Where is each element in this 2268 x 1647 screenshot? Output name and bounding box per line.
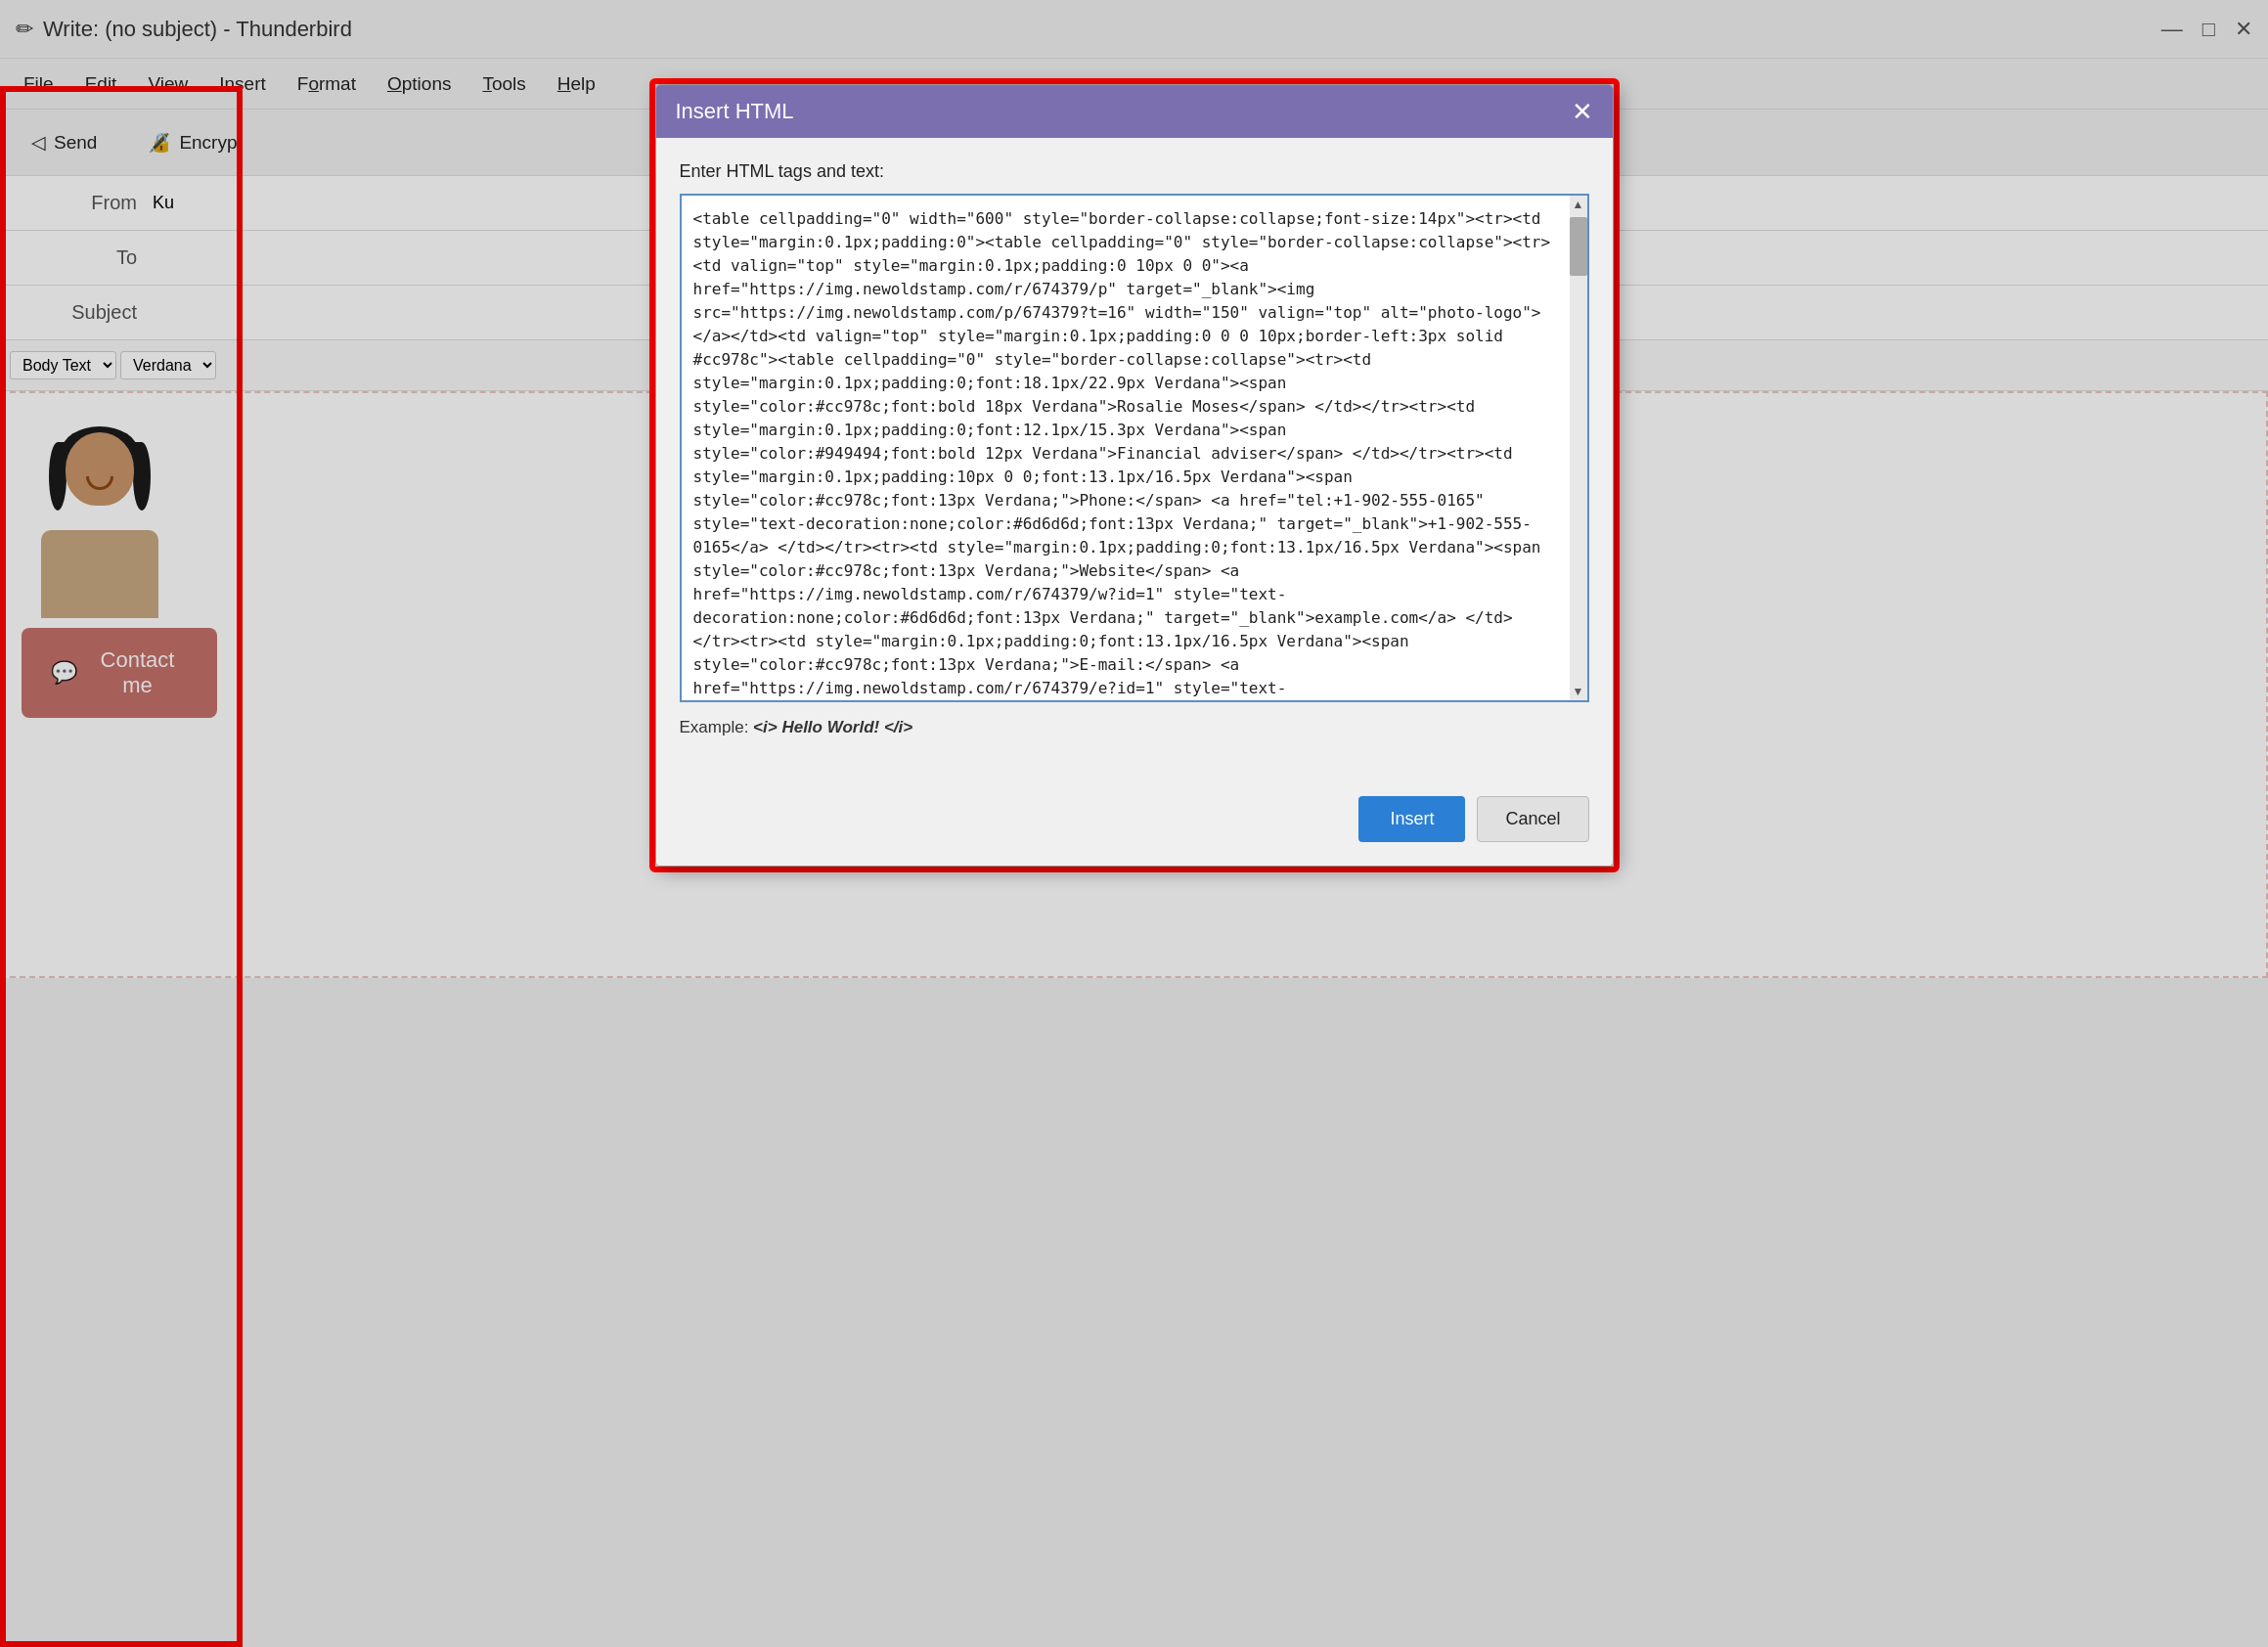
dialog-red-border: Insert HTML ✕ Enter HTML tags and text: … — [649, 78, 1620, 872]
scroll-up[interactable]: ▲ — [1570, 196, 1587, 213]
dialog-close-button[interactable]: ✕ — [1572, 99, 1593, 124]
dialog-footer: Insert Cancel — [656, 780, 1613, 866]
html-input[interactable]: <table cellpadding="0" width="600" style… — [682, 196, 1568, 700]
insert-html-dialog: Insert HTML ✕ Enter HTML tags and text: … — [655, 84, 1614, 867]
modal-overlay: Insert HTML ✕ Enter HTML tags and text: … — [0, 0, 2268, 1647]
dialog-label: Enter HTML tags and text: — [680, 161, 1589, 182]
scroll-down[interactable]: ▼ — [1570, 683, 1587, 700]
dialog-titlebar: Insert HTML ✕ — [656, 85, 1613, 138]
example-label: Example: — [680, 718, 749, 736]
example-text: Example: <i> Hello World! </i> — [680, 718, 1589, 737]
example-code: <i> Hello World! </i> — [753, 718, 912, 736]
dialog-body: Enter HTML tags and text: <table cellpad… — [656, 138, 1613, 780]
insert-button[interactable]: Insert — [1358, 796, 1465, 842]
dialog-title: Insert HTML — [676, 99, 794, 124]
scroll-thumb[interactable] — [1570, 217, 1587, 276]
textarea-scrollbar[interactable]: ▲ ▼ — [1570, 196, 1587, 700]
dialog-textarea-wrapper: <table cellpadding="0" width="600" style… — [680, 194, 1589, 702]
cancel-button[interactable]: Cancel — [1477, 796, 1588, 842]
